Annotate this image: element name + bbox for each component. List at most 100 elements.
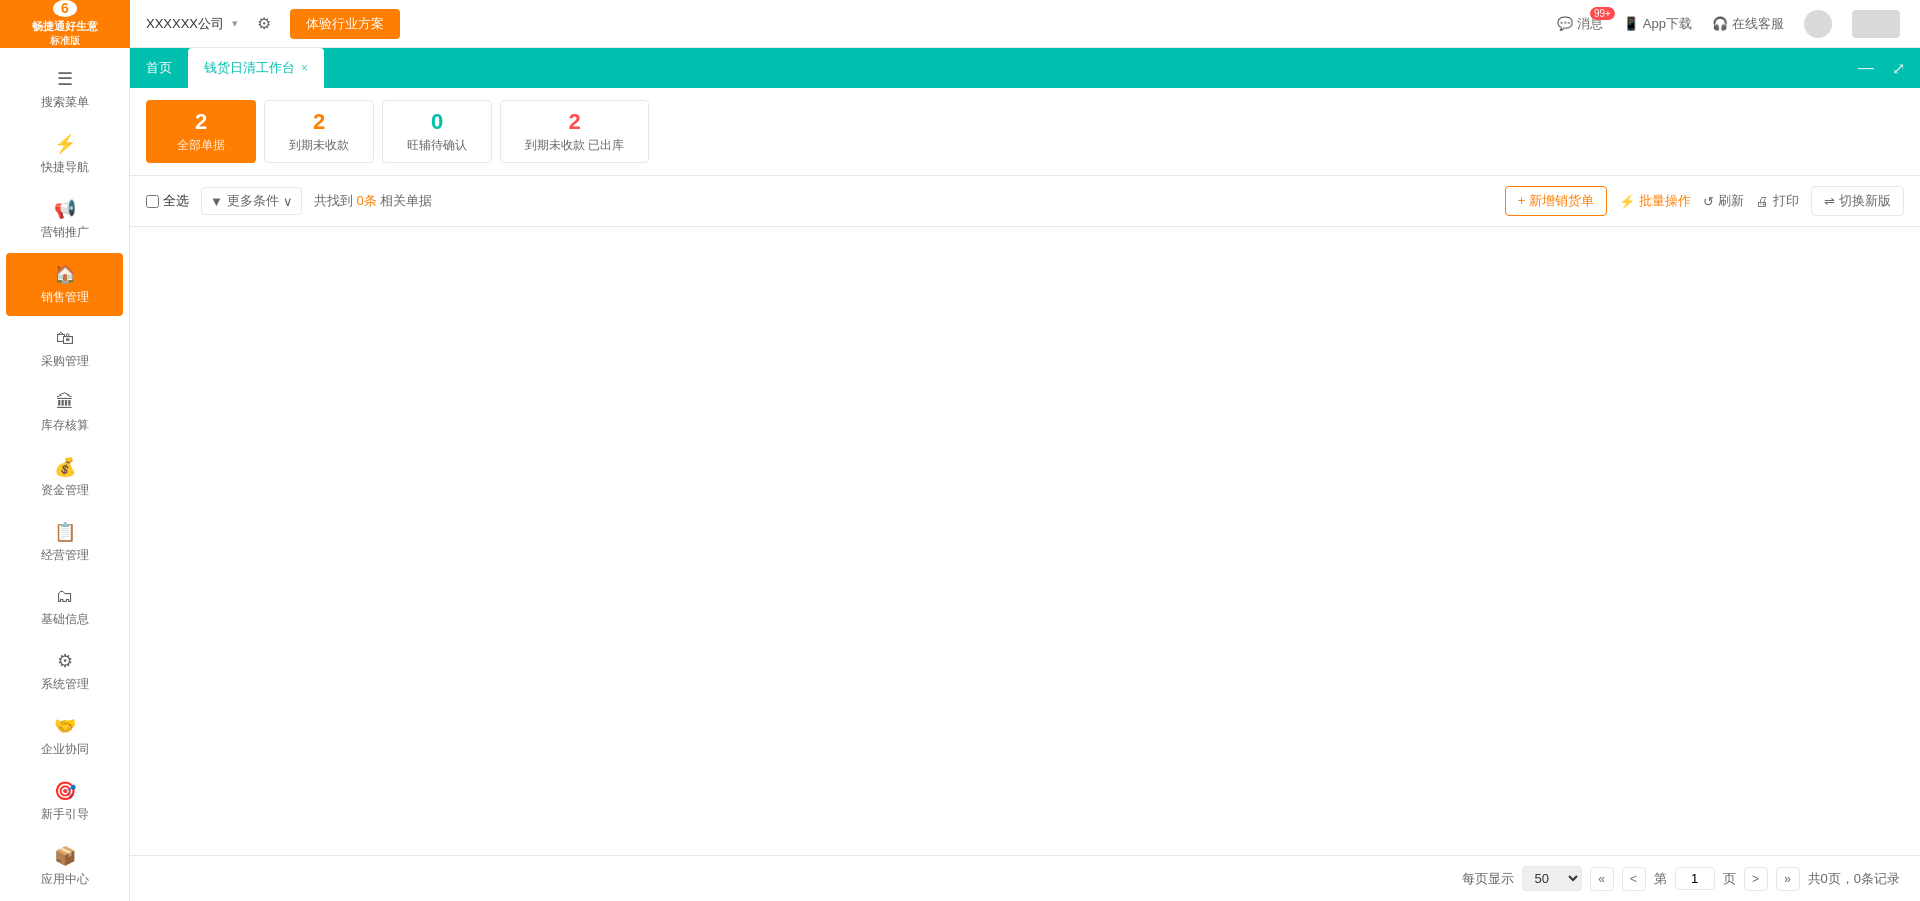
prev-page-button[interactable]: < [1622,867,1646,891]
download-icon: 📱 [1623,16,1639,31]
user-info[interactable] [1852,10,1900,38]
sidebar-item-label: 快捷导航 [41,159,89,176]
inventory-icon: 🏛 [56,392,74,413]
sidebar-item-label: 营销推广 [41,224,89,241]
status-count-out: 2 [569,109,581,135]
status-card-overdue[interactable]: 2 到期未收款 [264,100,374,163]
sidebar-item-system[interactable]: ⚙ 系统管理 [6,640,123,703]
sidebar-item-label: 经营管理 [41,547,89,564]
found-text: 共找到 0条 相关单据 [314,192,432,210]
status-label-overdue: 到期未收款 [289,137,349,154]
main-content: 首页 钱货日清工作台 × — ⤢ 2 全部单据 2 到期未收款 [130,48,1920,901]
status-label-pending: 旺辅待确认 [407,137,467,154]
sidebar-item-basic[interactable]: 🗂 基础信息 [6,576,123,638]
shortcut-icon: ⚡ [54,133,76,155]
sidebar-item-label: 销售管理 [41,289,89,306]
page-content: 2 全部单据 2 到期未收款 0 旺辅待确认 2 到期未收款 已出库 [130,88,1920,901]
message-icon: 💬 [1557,16,1573,31]
sidebar-item-purchase[interactable]: 🛍 采购管理 [6,318,123,380]
header-right: 💬 消息 99+ 📱 App下载 🎧 在线客服 [1537,10,1920,38]
refresh-button[interactable]: ↺ 刷新 [1703,192,1744,210]
select-all-checkbox[interactable]: 全选 [146,192,189,210]
sidebar-item-sales[interactable]: 🏠 销售管理 [6,253,123,316]
newbie-icon: 🎯 [54,780,76,802]
sidebar-item-label: 基础信息 [41,611,89,628]
sidebar-item-search[interactable]: ☰ 搜索菜单 [6,58,123,121]
status-card-out[interactable]: 2 到期未收款 已出库 [500,100,649,163]
print-icon: 🖨 [1756,194,1769,209]
status-count-pending: 0 [431,109,443,135]
select-all-input[interactable] [146,195,159,208]
finance-icon: 💰 [54,456,76,478]
company-name: XXXXXX公司 [146,15,224,33]
table-area [130,227,1920,855]
cooperation-icon: 🤝 [54,715,76,737]
sidebar-item-label: 搜索菜单 [41,94,89,111]
logo-icon: 6 [53,0,77,17]
message-button[interactable]: 💬 消息 99+ [1557,15,1603,33]
new-sale-button[interactable]: + 新增销货单 [1505,186,1607,216]
page-number-input[interactable] [1675,867,1715,890]
sidebar-item-cooperation[interactable]: 🤝 企业协同 [6,705,123,768]
sidebar-item-label: 应用中心 [41,871,89,888]
sidebar-item-newbie[interactable]: 🎯 新手引导 [6,770,123,833]
page-suffix: 页 [1723,870,1736,888]
page-size-label: 每页显示 [1462,870,1514,888]
app-download-button[interactable]: 📱 App下载 [1623,15,1692,33]
main-layout: ☰ 搜索菜单 ⚡ 快捷导航 📢 营销推广 🏠 销售管理 🛍 采购管理 🏛 库存核… [0,48,1920,901]
system-icon: ⚙ [57,650,73,672]
switch-version-button[interactable]: ⇌ 切换新版 [1811,186,1904,216]
status-label-all: 全部单据 [177,137,225,154]
tab-active[interactable]: 钱货日清工作台 × [188,48,324,88]
chevron-icon: ∨ [283,194,293,209]
content-toolbar: 全选 ▼ 更多条件 ∨ 共找到 0条 相关单据 + 新增销货单 [130,176,1920,227]
header: 6 畅捷通好生意 标准版 XXXXXX公司 ▾ ⚙ 体验行业方案 💬 消息 99… [0,0,1920,48]
status-card-all[interactable]: 2 全部单据 [146,100,256,163]
toolbar-left: 全选 ▼ 更多条件 ∨ 共找到 0条 相关单据 [146,187,1493,215]
sidebar-item-label: 企业协同 [41,741,89,758]
total-records: 共0页，0条记录 [1808,870,1900,888]
service-icon: 🎧 [1712,16,1728,31]
tab-home[interactable]: 首页 [130,48,188,88]
filter-button[interactable]: ▼ 更多条件 ∨ [201,187,302,215]
tab-close-icon[interactable]: × [301,61,308,75]
operation-icon: 📋 [54,521,76,543]
basic-icon: 🗂 [56,586,74,607]
sidebar-item-label: 系统管理 [41,676,89,693]
sidebar-item-label: 库存核算 [41,417,89,434]
first-page-button[interactable]: « [1590,867,1614,891]
sidebar-item-finance[interactable]: 💰 资金管理 [6,446,123,509]
sidebar-item-appstore[interactable]: 📦 应用中心 [6,835,123,898]
sales-icon: 🏠 [54,263,76,285]
appstore-icon: 📦 [54,845,76,867]
company-selector[interactable]: XXXXXX公司 ▾ [146,15,238,33]
sidebar-item-marketing[interactable]: 📢 营销推广 [6,188,123,251]
batch-operation-button[interactable]: ⚡ 批量操作 [1619,192,1691,210]
settings-button[interactable]: ⚙ [250,10,278,38]
online-service-button[interactable]: 🎧 在线客服 [1712,15,1784,33]
found-count: 0条 [357,193,377,208]
tab-minimize-button[interactable]: — [1854,56,1878,80]
page-size-select[interactable]: 50 20 100 200 [1522,866,1582,891]
tab-maximize-button[interactable]: ⤢ [1886,56,1910,80]
trial-button[interactable]: 体验行业方案 [290,9,400,39]
last-page-button[interactable]: » [1776,867,1800,891]
sidebar-item-inventory[interactable]: 🏛 库存核算 [6,382,123,444]
app-version: 标准版 [50,34,80,48]
sidebar-item-label: 资金管理 [41,482,89,499]
status-card-pending[interactable]: 0 旺辅待确认 [382,100,492,163]
toolbar-right: + 新增销货单 ⚡ 批量操作 ↺ 刷新 🖨 打印 ⇌ [1505,186,1904,216]
print-button[interactable]: 🖨 打印 [1756,192,1799,210]
avatar[interactable] [1804,10,1832,38]
next-page-button[interactable]: > [1744,867,1768,891]
sidebar-item-shortcut[interactable]: ⚡ 快捷导航 [6,123,123,186]
sidebar-item-operation[interactable]: 📋 经营管理 [6,511,123,574]
status-cards-section: 2 全部单据 2 到期未收款 0 旺辅待确认 2 到期未收款 已出库 [130,88,1920,176]
status-label-out: 到期未收款 已出库 [525,137,624,154]
header-center: XXXXXX公司 ▾ ⚙ 体验行业方案 [130,9,1537,39]
pagination: 每页显示 50 20 100 200 « < 第 页 > » 共0页，0条记录 [130,855,1920,901]
purchase-icon: 🛍 [56,328,74,349]
chevron-down-icon: ▾ [232,17,238,30]
app-logo: 6 畅捷通好生意 标准版 [0,0,130,48]
app-name: 畅捷通好生意 [32,19,98,34]
